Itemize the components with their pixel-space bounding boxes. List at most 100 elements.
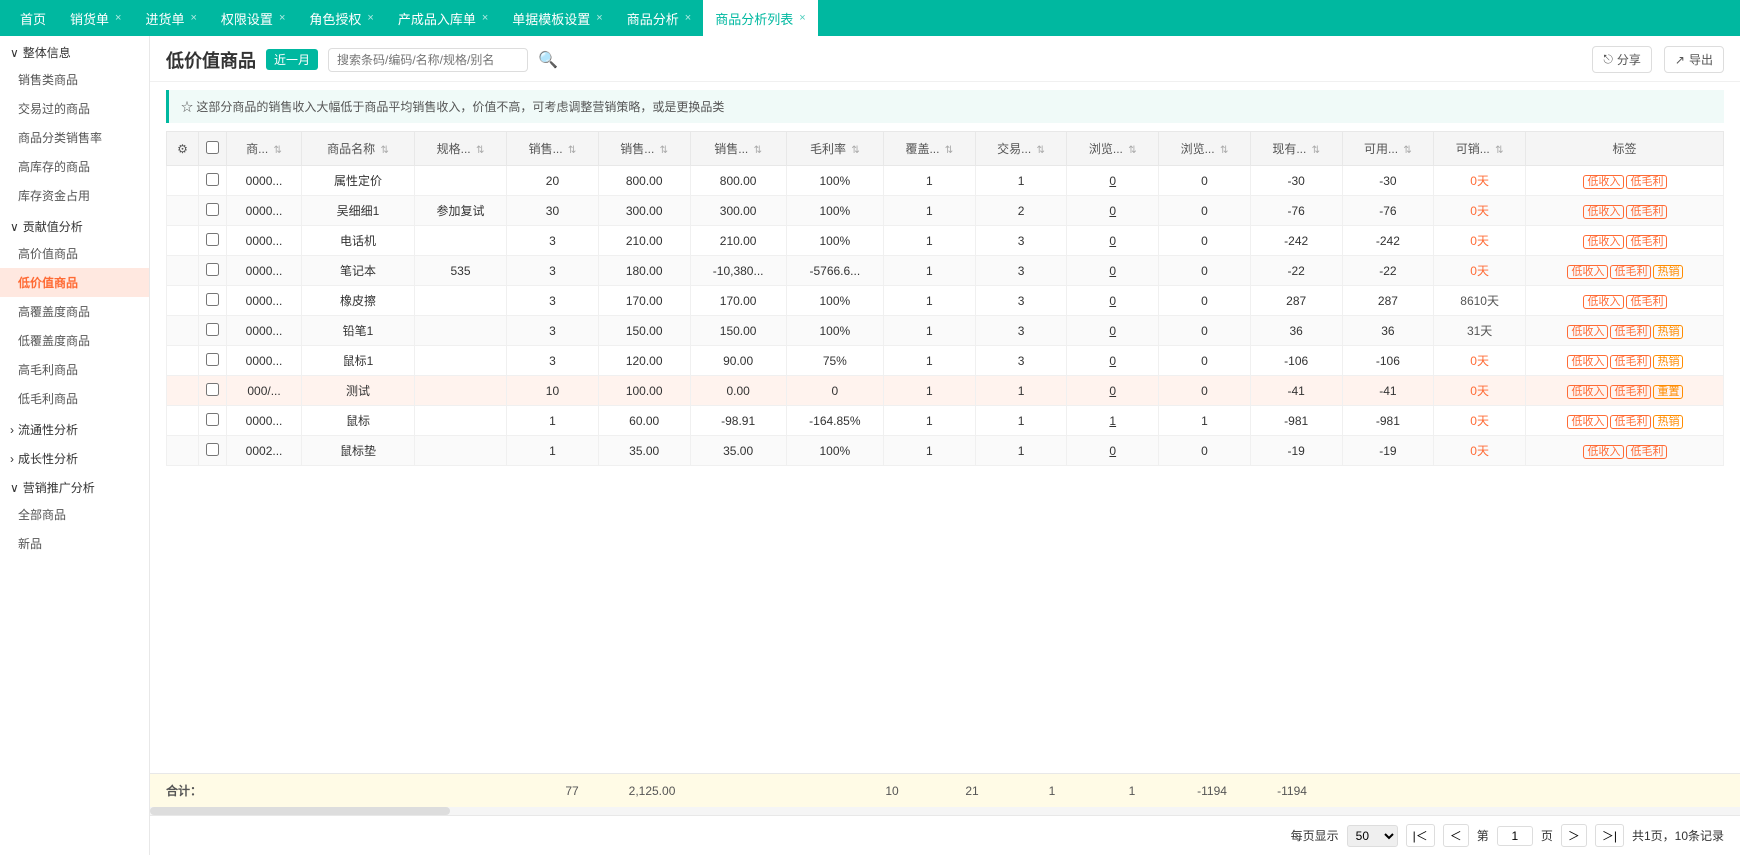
share-button[interactable]: ⎋ 分享	[1592, 46, 1652, 73]
row-checkbox[interactable]	[206, 293, 219, 306]
nav-sales-order[interactable]: 销货单 ×	[58, 0, 133, 36]
row-views1[interactable]: 0	[1067, 286, 1159, 316]
page-size-select[interactable]: 50 100 200	[1347, 825, 1398, 847]
sidebar-group-overall[interactable]: ∨ 整体信息	[0, 36, 149, 65]
sidebar-item-stock-capital[interactable]: 库存资金占用	[0, 181, 149, 210]
nav-role-auth[interactable]: 角色授权 ×	[297, 0, 385, 36]
views-link[interactable]: 1	[1109, 414, 1116, 428]
row-views1[interactable]: 0	[1067, 226, 1159, 256]
close-icon[interactable]: ×	[685, 12, 691, 24]
nav-product-in[interactable]: 产成品入库单 ×	[386, 0, 500, 36]
row-checkbox[interactable]	[206, 263, 219, 276]
views-link[interactable]: 0	[1109, 354, 1116, 368]
row-check[interactable]	[199, 376, 227, 406]
row-checkbox[interactable]	[206, 443, 219, 456]
row-check[interactable]	[199, 406, 227, 436]
col-transactions[interactable]: 交易... ⇅	[975, 132, 1067, 166]
select-all-checkbox[interactable]	[206, 141, 219, 154]
row-views1[interactable]: 0	[1067, 376, 1159, 406]
nav-permission[interactable]: 权限设置 ×	[209, 0, 297, 36]
row-views1[interactable]: 1	[1067, 406, 1159, 436]
sidebar-group-contribution[interactable]: ∨ 贡献值分析	[0, 210, 149, 239]
row-check[interactable]	[199, 256, 227, 286]
col-stock[interactable]: 现有... ⇅	[1250, 132, 1342, 166]
time-range-tag[interactable]: 近一月	[266, 49, 318, 70]
sidebar-item-high-gross[interactable]: 高毛利商品	[0, 355, 149, 384]
close-icon[interactable]: ×	[367, 12, 373, 24]
sidebar-group-marketing[interactable]: ∨ 营销推广分析	[0, 471, 149, 500]
sidebar-item-high-coverage[interactable]: 高覆盖度商品	[0, 297, 149, 326]
row-checkbox[interactable]	[206, 413, 219, 426]
views-link[interactable]: 0	[1109, 234, 1116, 248]
col-coverage[interactable]: 覆盖... ⇅	[883, 132, 975, 166]
col-sales-qty[interactable]: 销售... ⇅	[507, 132, 599, 166]
export-button[interactable]: ↗ 导出	[1664, 46, 1724, 73]
sidebar-group-growth[interactable]: › 成长性分析	[0, 442, 149, 471]
horizontal-scrollbar[interactable]	[150, 807, 1740, 815]
row-check[interactable]	[199, 436, 227, 466]
row-checkbox[interactable]	[206, 323, 219, 336]
search-input[interactable]	[328, 48, 528, 72]
views-link[interactable]: 0	[1109, 384, 1116, 398]
row-checkbox[interactable]	[206, 233, 219, 246]
col-spec[interactable]: 规格... ⇅	[414, 132, 506, 166]
sidebar-item-new-products[interactable]: 新品	[0, 529, 149, 558]
views-link[interactable]: 0	[1109, 294, 1116, 308]
nav-purchase-order[interactable]: 进货单 ×	[133, 0, 208, 36]
col-code[interactable]: 商... ⇅	[227, 132, 302, 166]
row-views1[interactable]: 0	[1067, 256, 1159, 286]
close-icon[interactable]: ×	[115, 12, 121, 24]
sidebar-group-flow[interactable]: › 流通性分析	[0, 413, 149, 442]
views-link[interactable]: 0	[1109, 444, 1116, 458]
close-icon[interactable]: ×	[482, 12, 488, 24]
nav-template[interactable]: 单据模板设置 ×	[500, 0, 614, 36]
col-name[interactable]: 商品名称 ⇅	[302, 132, 415, 166]
sidebar-item-low-coverage[interactable]: 低覆盖度商品	[0, 326, 149, 355]
row-check[interactable]	[199, 196, 227, 226]
col-views1[interactable]: 浏览... ⇅	[1067, 132, 1159, 166]
row-views1[interactable]: 0	[1067, 196, 1159, 226]
close-icon[interactable]: ×	[279, 12, 285, 24]
row-views1[interactable]: 0	[1067, 346, 1159, 376]
col-sellable[interactable]: 可销... ⇅	[1434, 132, 1526, 166]
nav-home[interactable]: 首页	[8, 0, 58, 36]
col-available[interactable]: 可用... ⇅	[1342, 132, 1434, 166]
row-views1[interactable]: 0	[1067, 166, 1159, 196]
last-page-btn[interactable]: ＞|	[1595, 824, 1624, 847]
sidebar-item-all-products[interactable]: 全部商品	[0, 500, 149, 529]
row-check[interactable]	[199, 346, 227, 376]
row-check[interactable]	[199, 286, 227, 316]
col-gross-rate[interactable]: 毛利率 ⇅	[786, 132, 883, 166]
row-checkbox[interactable]	[206, 383, 219, 396]
row-check[interactable]	[199, 226, 227, 256]
views-link[interactable]: 0	[1109, 174, 1116, 188]
sidebar-item-sales-products[interactable]: 销售类商品	[0, 65, 149, 94]
row-views1[interactable]: 0	[1067, 436, 1159, 466]
sidebar-item-traded[interactable]: 交易过的商品	[0, 94, 149, 123]
row-checkbox[interactable]	[206, 173, 219, 186]
page-input[interactable]	[1497, 826, 1533, 846]
prev-page-btn[interactable]: ＜	[1443, 824, 1469, 847]
row-views1[interactable]: 0	[1067, 316, 1159, 346]
sidebar-item-category-rate[interactable]: 商品分类销售率	[0, 123, 149, 152]
nav-product-analysis[interactable]: 商品分析 ×	[615, 0, 703, 36]
col-sales-avg[interactable]: 销售... ⇅	[690, 132, 786, 166]
col-views2[interactable]: 浏览... ⇅	[1159, 132, 1251, 166]
sidebar-item-low-value[interactable]: 低价值商品	[0, 268, 149, 297]
nav-product-analysis-list[interactable]: 商品分析列表 ×	[703, 0, 817, 36]
sidebar-item-low-gross[interactable]: 低毛利商品	[0, 384, 149, 413]
row-checkbox[interactable]	[206, 353, 219, 366]
col-sales-price[interactable]: 销售... ⇅	[598, 132, 690, 166]
row-check[interactable]	[199, 316, 227, 346]
col-settings[interactable]: ⚙	[167, 132, 199, 166]
row-check[interactable]	[199, 166, 227, 196]
views-link[interactable]: 0	[1109, 264, 1116, 278]
views-link[interactable]: 0	[1109, 204, 1116, 218]
close-icon[interactable]: ×	[799, 12, 805, 24]
sidebar-item-high-stock[interactable]: 高库存的商品	[0, 152, 149, 181]
sidebar-item-high-value[interactable]: 高价值商品	[0, 239, 149, 268]
close-icon[interactable]: ×	[596, 12, 602, 24]
close-icon[interactable]: ×	[190, 12, 196, 24]
views-link[interactable]: 0	[1109, 324, 1116, 338]
search-button[interactable]: 🔍	[538, 50, 558, 70]
